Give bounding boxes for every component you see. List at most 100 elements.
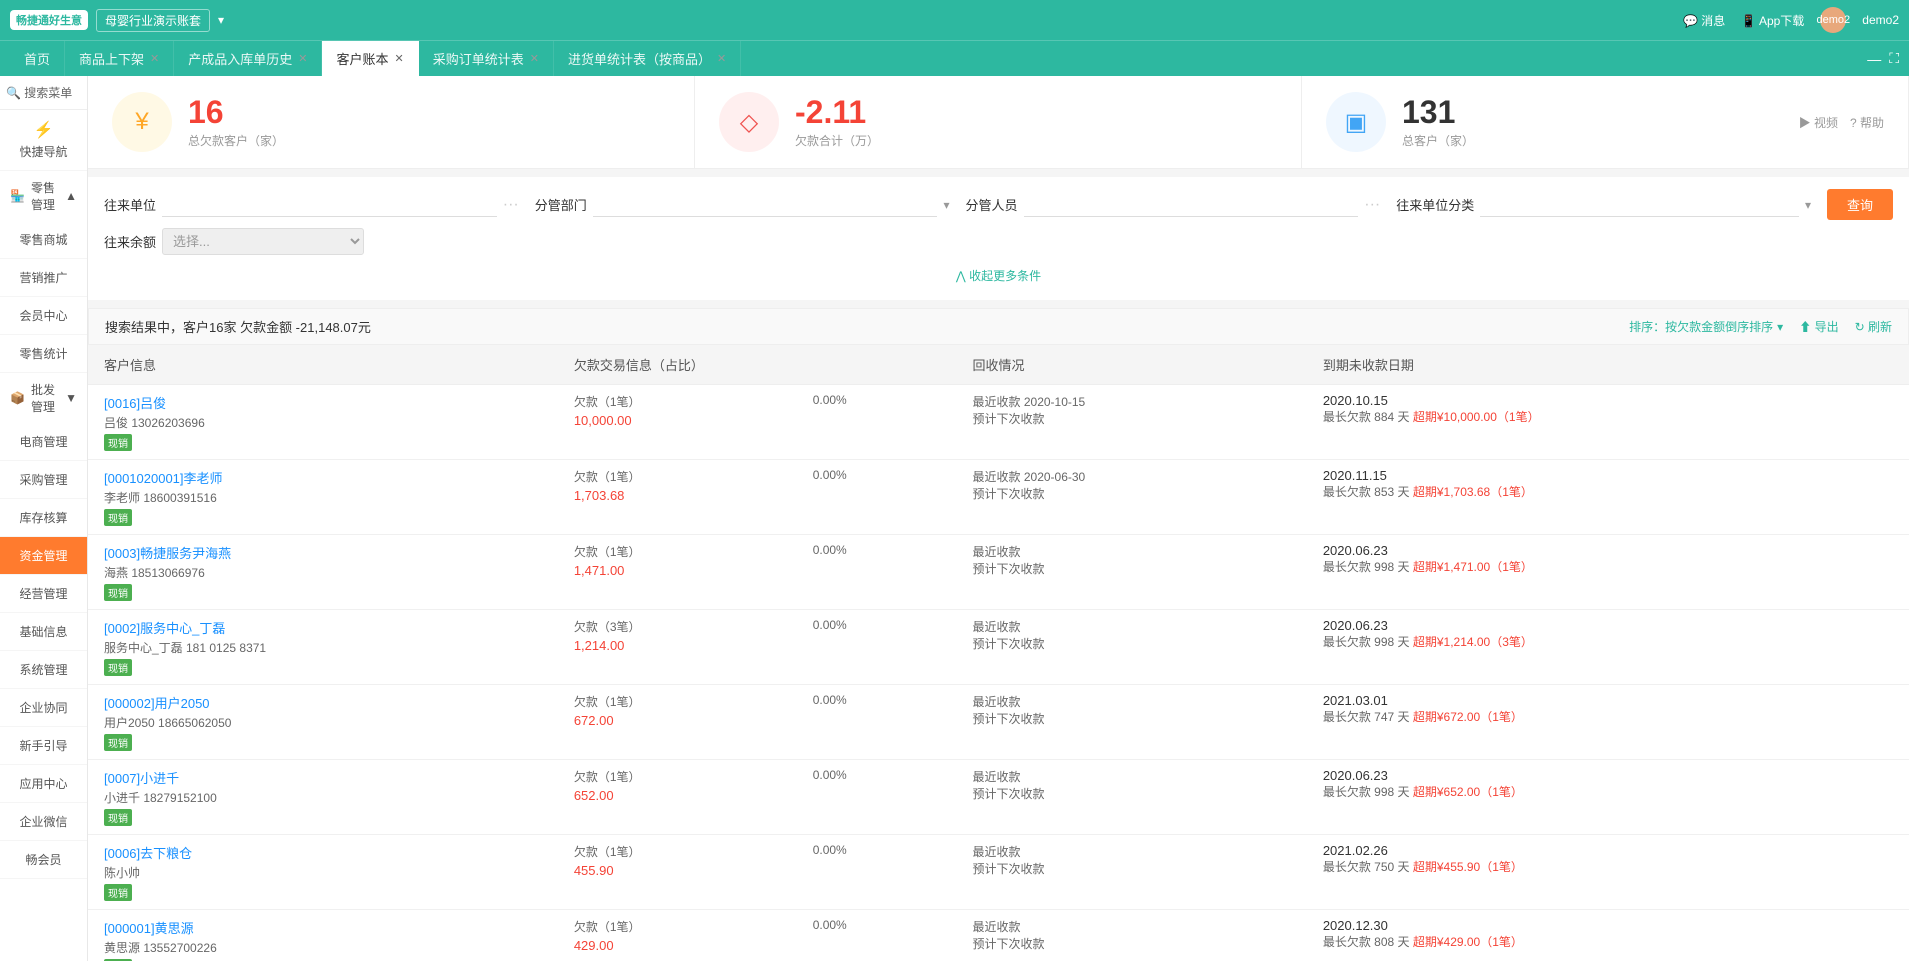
overdue-amount-5: 超期¥652.00（1笔）	[1413, 785, 1523, 799]
due-date-5: 2020.06.23	[1323, 768, 1893, 783]
tab-product-shelf-close[interactable]: ✕	[150, 52, 159, 65]
sidebar-item-system[interactable]: 系统管理	[0, 651, 87, 689]
sidebar-operations-label: 经营管理	[19, 585, 67, 602]
debt-amount-6: 455.90	[574, 863, 781, 878]
sidebar-item-purchase[interactable]: 采购管理	[0, 461, 87, 499]
tab-incoming-stats[interactable]: 进货单统计表（按商品） ✕	[554, 41, 741, 77]
refresh-btn[interactable]: ↻ 刷新	[1855, 318, 1892, 335]
tab-bar-actions: — ⛶	[1867, 50, 1899, 67]
customer-name-2[interactable]: [0003]畅捷服务尹海燕	[104, 543, 542, 562]
tab-minimize-icon[interactable]: —	[1867, 51, 1881, 67]
filter-person-label: 分管人员	[966, 195, 1018, 214]
sidebar-item-vip-member[interactable]: 畅会员	[0, 841, 87, 879]
sidebar-item-member[interactable]: 会员中心	[0, 297, 87, 335]
sidebar-item-retail-stats[interactable]: 零售统计	[0, 335, 87, 373]
td-customer-1: [0001020001]李老师 李老师 18600391516 现销	[88, 460, 558, 535]
download-btn[interactable]: 📱 App下载	[1741, 12, 1804, 29]
avatar[interactable]: demo2	[1820, 7, 1846, 33]
sidebar-item-quick-nav[interactable]: ⚡ 快捷导航	[0, 110, 87, 171]
td-due-date-0: 2020.10.15 最长欠款 884 天 超期¥10,000.00（1笔）	[1307, 385, 1909, 460]
td-recovery-0: 最近收款 2020-10-15 预计下次收款	[957, 385, 1307, 460]
category-dropdown-icon[interactable]: ▾	[1805, 198, 1811, 212]
sidebar-item-wholesale-mgmt[interactable]: 📦 批发管理 ▼	[0, 373, 87, 423]
filter-dept-input[interactable]	[593, 193, 938, 217]
tab-production-history[interactable]: 产成品入库单历史 ✕	[174, 41, 322, 77]
sidebar-item-enterprise[interactable]: 企业协同	[0, 689, 87, 727]
filter-supplier-input[interactable]	[162, 193, 497, 217]
supplier-dots-icon[interactable]: ···	[503, 196, 519, 214]
customer-name-5[interactable]: [0007]小进千	[104, 768, 542, 787]
username-label[interactable]: demo2	[1862, 13, 1899, 27]
tab-purchase-order-close[interactable]: ✕	[530, 52, 539, 65]
stat-help-btn[interactable]: ? 帮助	[1850, 114, 1884, 131]
tab-customer-account[interactable]: 客户账本 ✕	[322, 41, 418, 77]
due-date-6: 2021.02.26	[1323, 843, 1893, 858]
collapse-row[interactable]: ⋀ 收起更多条件	[104, 263, 1893, 288]
refresh-icon: ↻	[1855, 320, 1865, 334]
sidebar-item-corp-wechat[interactable]: 企业微信	[0, 803, 87, 841]
query-button[interactable]: 查询	[1827, 189, 1893, 220]
tab-production-history-close[interactable]: ✕	[298, 52, 307, 65]
td-customer-2: [0003]畅捷服务尹海燕 海燕 18513066976 现销	[88, 535, 558, 610]
industry-dropdown-icon[interactable]: ▾	[218, 13, 224, 27]
sidebar-retail-stats-label: 零售统计	[19, 345, 67, 362]
overdue-amount-3: 超期¥1,214.00（3笔）	[1413, 635, 1533, 649]
due-date-7: 2020.12.30	[1323, 918, 1893, 933]
next-payment-3: 预计下次收款	[973, 635, 1291, 652]
tab-product-shelf[interactable]: 商品上下架 ✕	[65, 41, 174, 77]
customer-phone-5: 小进千 18279152100	[104, 789, 542, 806]
customer-name-7[interactable]: [000001]黄思源	[104, 918, 542, 937]
person-dots-icon[interactable]: ···	[1364, 196, 1380, 214]
filter-category: 往来单位分类 ▾	[1396, 193, 1811, 217]
filter-person-input[interactable]	[1024, 193, 1359, 217]
debt-info-3: 欠款（3笔）	[574, 618, 781, 635]
tab-customer-account-close[interactable]: ✕	[395, 52, 404, 65]
customer-name-1[interactable]: [0001020001]李老师	[104, 468, 542, 487]
sidebar-item-warehouse[interactable]: 库存核算	[0, 499, 87, 537]
tab-incoming-stats-close[interactable]: ✕	[717, 52, 726, 65]
sidebar-item-marketing[interactable]: 营销推广	[0, 259, 87, 297]
sidebar-item-ecommerce[interactable]: 电商管理	[0, 423, 87, 461]
sidebar-search[interactable]: 🔍 搜索菜单	[0, 76, 87, 110]
td-debt-percent-2: 0.00%	[797, 535, 957, 610]
sidebar-item-basic-info[interactable]: 基础信息	[0, 613, 87, 651]
export-btn[interactable]: ⬆ 导出	[1799, 318, 1838, 335]
td-debt-info-0: 欠款（1笔） 10,000.00	[558, 385, 797, 460]
next-payment-5: 预计下次收款	[973, 785, 1291, 802]
customer-name-4[interactable]: [000002]用户2050	[104, 693, 542, 712]
tab-purchase-order[interactable]: 采购订单统计表 ✕	[419, 41, 554, 77]
sidebar-item-operations[interactable]: 经营管理	[0, 575, 87, 613]
sidebar-item-new-guide[interactable]: 新手引导	[0, 727, 87, 765]
table-row: [0007]小进千 小进千 18279152100 现销 欠款（1笔） 652.…	[88, 760, 1909, 835]
customer-name-6[interactable]: [0006]去下粮仓	[104, 843, 542, 862]
debt-amount-7: 429.00	[574, 938, 781, 953]
td-debt-percent-3: 0.00%	[797, 610, 957, 685]
message-btn[interactable]: 💬 消息	[1683, 12, 1725, 29]
customer-name-0[interactable]: [0016]吕俊	[104, 393, 542, 412]
customer-tag-6: 现销	[104, 884, 132, 901]
tab-bar: 首页 商品上下架 ✕ 产成品入库单历史 ✕ 客户账本 ✕ 采购订单统计表 ✕ 进…	[0, 40, 1909, 76]
sidebar-system-label: 系统管理	[19, 661, 67, 678]
filter-category-input[interactable]	[1480, 193, 1799, 217]
top-bar-left: 畅捷通好生意 母婴行业演示账套 ▾	[10, 9, 224, 32]
top-bar: 畅捷通好生意 母婴行业演示账套 ▾ 💬 消息 📱 App下载 demo2 dem…	[0, 0, 1909, 40]
sort-dropdown-icon[interactable]: ▾	[1777, 320, 1783, 334]
sidebar-item-retail-mall[interactable]: 零售商城	[0, 221, 87, 259]
table-container: 客户信息 欠款交易信息（占比） 回收情况 到期未收款日期 [0016]吕俊 吕俊…	[88, 345, 1909, 961]
table-row: [000001]黄思源 黄思源 13552700226 现销 欠款（1笔） 42…	[88, 910, 1909, 961]
tab-home-label: 首页	[24, 49, 50, 68]
dept-dropdown-icon[interactable]: ▾	[943, 198, 949, 212]
customer-name-3[interactable]: [0002]服务中心_丁磊	[104, 618, 542, 637]
app-industry[interactable]: 母婴行业演示账套	[96, 9, 210, 32]
tab-home[interactable]: 首页	[10, 41, 65, 77]
sidebar-item-retail-mgmt[interactable]: 🏪 零售管理 ▲	[0, 171, 87, 221]
tab-maximize-icon[interactable]: ⛶	[1889, 50, 1899, 67]
stat-video-btn[interactable]: ▶ 视频	[1799, 114, 1838, 131]
td-debt-percent-1: 0.00%	[797, 460, 957, 535]
sidebar-app-center-label: 应用中心	[19, 775, 67, 792]
sidebar-enterprise-label: 企业协同	[19, 699, 67, 716]
sidebar-item-finance[interactable]: 资金管理	[0, 537, 87, 575]
filter-balance-select[interactable]: 选择...	[162, 228, 364, 255]
sidebar-item-app-center[interactable]: 应用中心	[0, 765, 87, 803]
debt-percent-0: 0.00%	[813, 393, 941, 407]
